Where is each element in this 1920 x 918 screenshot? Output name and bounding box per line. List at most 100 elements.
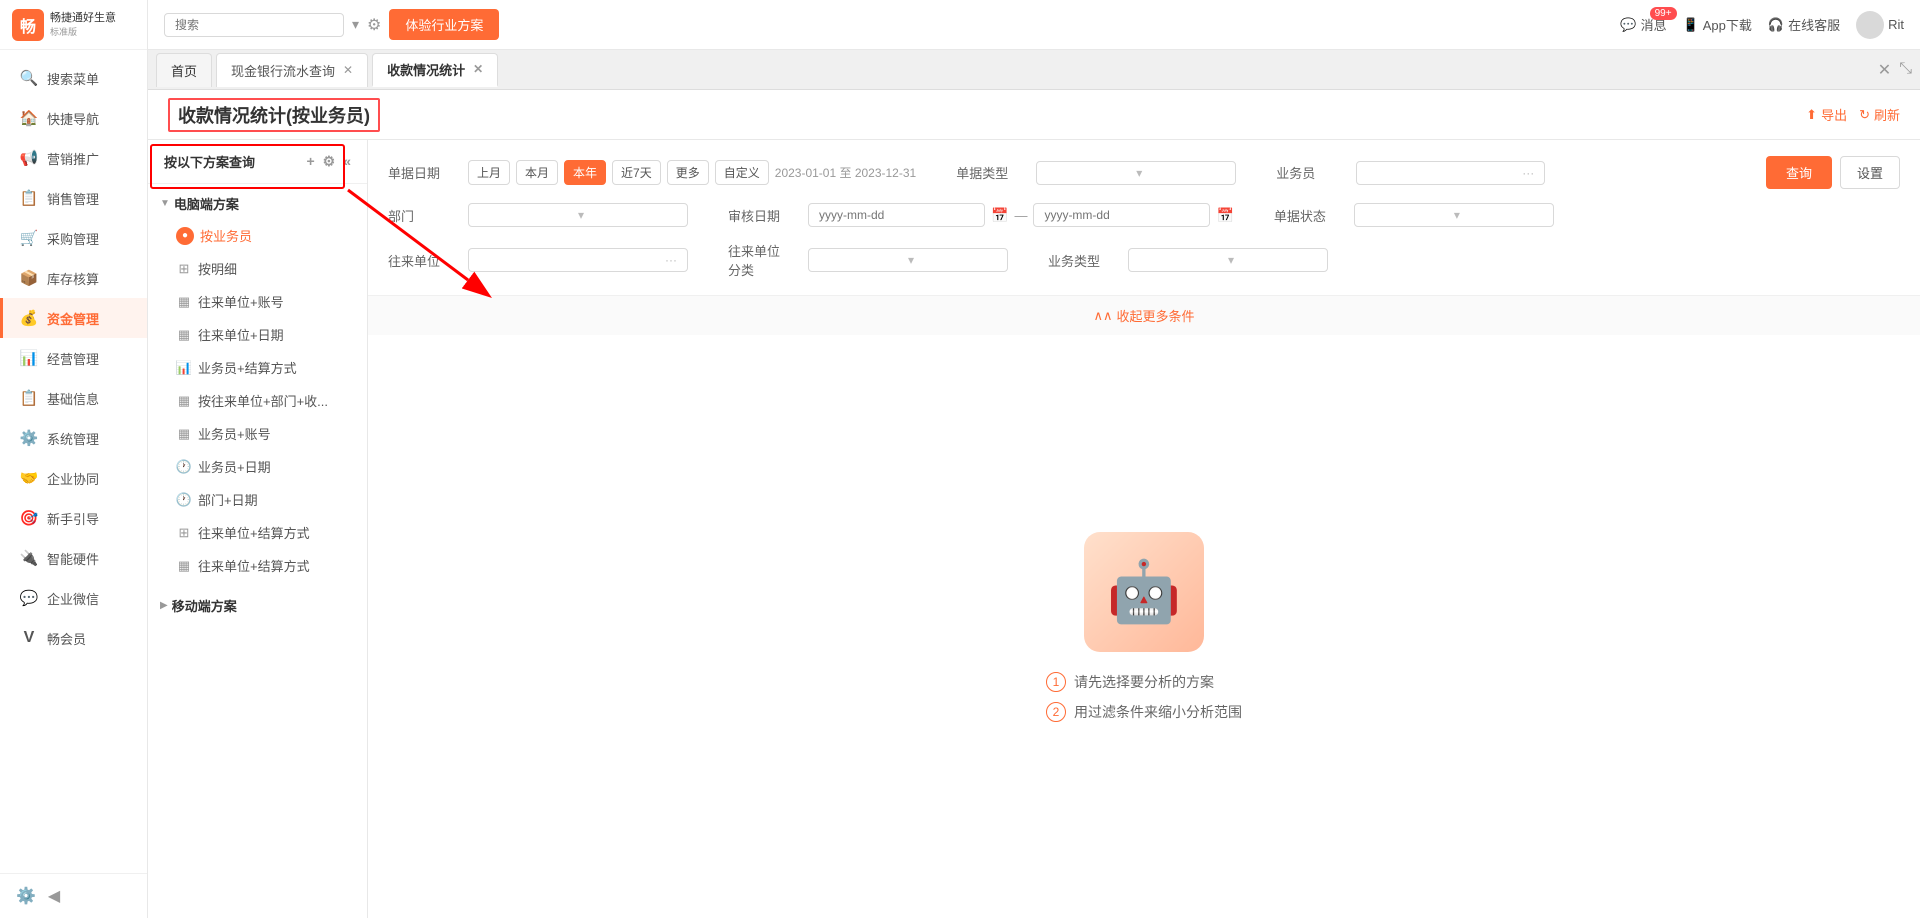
salesman-input[interactable] bbox=[1367, 166, 1522, 180]
chevron-down-icon: ▾ bbox=[1136, 166, 1225, 180]
sidebar-item-wechat[interactable]: 💬 企业微信 bbox=[0, 578, 147, 618]
partner-more-icon[interactable]: ··· bbox=[665, 253, 677, 267]
settings-icon[interactable]: ⚙️ bbox=[16, 886, 36, 906]
empty-robot-icon: 🤖 bbox=[1084, 532, 1204, 652]
topbar-gear-icon[interactable]: ⚙ bbox=[367, 15, 381, 35]
sidebar-item-guide[interactable]: 🎯 新手引导 bbox=[0, 498, 147, 538]
scheme-item-label: 往来单位+账号 bbox=[198, 292, 284, 311]
tip-1-num: 1 bbox=[1046, 672, 1066, 692]
scheme-item-partner-dept[interactable]: ▦ 按往来单位+部门+收... bbox=[148, 384, 367, 417]
refresh-btn[interactable]: ↻ 刷新 bbox=[1859, 105, 1900, 124]
logo-name: 畅捷通好生意 bbox=[50, 11, 116, 25]
scheme-item-icon: ⊞ bbox=[176, 261, 192, 277]
sidebar-item-quick-nav[interactable]: 🏠 快捷导航 bbox=[0, 98, 147, 138]
topbar-left: ▾ ⚙ 体验行业方案 bbox=[164, 9, 1608, 40]
message-icon: 💬 bbox=[1620, 17, 1636, 33]
tab-home-label: 首页 bbox=[171, 61, 197, 80]
scheme-header-icons: + ⚙ « bbox=[306, 153, 351, 170]
tab-collection-stat-close[interactable]: ✕ bbox=[473, 62, 483, 76]
collapse-btn[interactable]: ∧∧ 收起更多条件 bbox=[368, 296, 1920, 335]
user-avatar bbox=[1856, 11, 1884, 39]
scheme-item-by-detail[interactable]: ⊞ 按明细 bbox=[148, 252, 367, 285]
tab-expand-icon[interactable]: ⤡ bbox=[1899, 60, 1912, 80]
scheme-group-mobile-title[interactable]: ▶ 移动端方案 bbox=[148, 590, 367, 621]
scheme-setting-icon[interactable]: ⚙ bbox=[323, 153, 336, 170]
scheme-item-icon: ⊞ bbox=[176, 525, 192, 541]
scheme-collapse-icon[interactable]: « bbox=[343, 153, 351, 170]
sidebar-item-label: 采购管理 bbox=[47, 229, 99, 248]
tab-collection-stat-label: 收款情况统计 bbox=[387, 60, 465, 79]
calendar-from-icon[interactable]: 📅 bbox=[991, 207, 1008, 224]
collapse-sidebar-icon[interactable]: ◀ bbox=[48, 886, 60, 906]
scheme-group-desktop-title[interactable]: ▼ 电脑端方案 bbox=[148, 188, 367, 219]
topbar-search-input[interactable] bbox=[164, 13, 344, 37]
messages-btn[interactable]: 💬 消息 99+ bbox=[1620, 15, 1666, 34]
sidebar-item-marketing[interactable]: 📢 营销推广 bbox=[0, 138, 147, 178]
dept-select[interactable]: ▾ bbox=[468, 203, 688, 227]
tab-bank-flow[interactable]: 现金银行流水查询 ✕ bbox=[216, 53, 368, 87]
bill-type-select[interactable]: ▾ bbox=[1036, 161, 1236, 185]
more-dots-icon[interactable]: ··· bbox=[1522, 166, 1534, 180]
scheme-panel: 按以下方案查询 + ⚙ « ▼ 电脑端方案 ● 按业务员 ⊞ bbox=[148, 140, 368, 918]
inventory-icon: 📦 bbox=[19, 268, 39, 288]
review-date-to-input[interactable] bbox=[1033, 203, 1210, 227]
partner-input[interactable] bbox=[479, 253, 665, 267]
sidebar-item-purchase[interactable]: 🛒 采购管理 bbox=[0, 218, 147, 258]
desktop-group-label: 电脑端方案 bbox=[174, 194, 239, 213]
scheme-item-salesman-account[interactable]: ▦ 业务员+账号 bbox=[148, 417, 367, 450]
scheme-item-partner-account[interactable]: ▦ 往来单位+账号 bbox=[148, 285, 367, 318]
sidebar-item-system[interactable]: ⚙️ 系统管理 bbox=[0, 418, 147, 458]
partner-input-area[interactable]: ··· bbox=[468, 248, 688, 272]
chevron-down-icon: ▾ bbox=[578, 208, 677, 222]
app-download-btn[interactable]: 📱 App下载 bbox=[1683, 15, 1752, 34]
tab-home[interactable]: 首页 bbox=[156, 53, 212, 87]
tip-2-text: 用过滤条件来缩小分析范围 bbox=[1074, 702, 1242, 722]
trial-btn[interactable]: 体验行业方案 bbox=[389, 9, 499, 40]
salesman-input-area[interactable]: ··· bbox=[1356, 161, 1545, 185]
bill-status-select[interactable]: ▾ bbox=[1354, 203, 1554, 227]
sidebar-item-base-info[interactable]: 📋 基础信息 bbox=[0, 378, 147, 418]
sidebar-item-inventory[interactable]: 📦 库存核算 bbox=[0, 258, 147, 298]
partner-category-select[interactable]: ▾ bbox=[808, 248, 1008, 272]
calendar-to-icon[interactable]: 📅 bbox=[1216, 207, 1233, 224]
sidebar-item-finance[interactable]: 💰 资金管理 bbox=[0, 298, 147, 338]
sidebar-item-sales[interactable]: 📋 销售管理 bbox=[0, 178, 147, 218]
review-date-from-input[interactable] bbox=[808, 203, 985, 227]
scheme-item-label: 往来单位+结算方式 bbox=[198, 556, 310, 575]
date-btn-more[interactable]: 更多 bbox=[667, 160, 709, 185]
scheme-item-partner-settlement2[interactable]: ▦ 往来单位+结算方式 bbox=[148, 549, 367, 582]
sidebar-item-vip[interactable]: V 畅会员 bbox=[0, 618, 147, 658]
date-btn-custom[interactable]: 自定义 bbox=[715, 160, 769, 185]
biz-type-select[interactable]: ▾ bbox=[1128, 248, 1328, 272]
query-btn[interactable]: 查询 bbox=[1766, 156, 1832, 189]
scheme-item-partner-settlement1[interactable]: ⊞ 往来单位+结算方式 bbox=[148, 516, 367, 549]
scheme-item-dept-date[interactable]: 🕐 部门+日期 bbox=[148, 483, 367, 516]
date-btn-this-month[interactable]: 本月 bbox=[516, 160, 558, 185]
sidebar-item-hardware[interactable]: 🔌 智能硬件 bbox=[0, 538, 147, 578]
empty-tips: 1 请先选择要分析的方案 2 用过滤条件来缩小分析范围 bbox=[1046, 672, 1242, 722]
user-menu[interactable]: Rit bbox=[1856, 11, 1904, 39]
tab-collection-stat[interactable]: 收款情况统计 ✕ bbox=[372, 53, 498, 87]
scheme-item-by-salesman[interactable]: ● 按业务员 bbox=[148, 219, 367, 252]
dropdown-icon[interactable]: ▾ bbox=[352, 16, 359, 33]
sidebar: 畅 畅捷通好生意 标准版 🔍 搜索菜单 🏠 快捷导航 📢 营销推广 📋 销售管理… bbox=[0, 0, 148, 918]
scheme-add-icon[interactable]: + bbox=[306, 153, 314, 170]
refresh-icon: ↻ bbox=[1859, 107, 1870, 123]
tab-bank-flow-close[interactable]: ✕ bbox=[343, 63, 353, 77]
scheme-item-partner-date[interactable]: ▦ 往来单位+日期 bbox=[148, 318, 367, 351]
setting-btn[interactable]: 设置 bbox=[1840, 156, 1900, 189]
app-download-label: App下载 bbox=[1703, 15, 1752, 34]
review-date-label: 审核日期 bbox=[728, 206, 788, 225]
date-btn-last-month[interactable]: 上月 bbox=[468, 160, 510, 185]
sidebar-item-enterprise[interactable]: 🤝 企业协同 bbox=[0, 458, 147, 498]
scheme-item-salesman-date[interactable]: 🕐 业务员+日期 bbox=[148, 450, 367, 483]
export-btn[interactable]: ⬆ 导出 bbox=[1806, 105, 1847, 124]
sidebar-item-operation[interactable]: 📊 经营管理 bbox=[0, 338, 147, 378]
tab-close-all-icon[interactable]: ✕ bbox=[1878, 60, 1891, 80]
scheme-item-salesman-settlement[interactable]: 📊 业务员+结算方式 bbox=[148, 351, 367, 384]
online-service-btn[interactable]: 🎧 在线客服 bbox=[1768, 15, 1840, 34]
date-btn-this-year[interactable]: 本年 bbox=[564, 160, 606, 185]
sidebar-item-search-menu[interactable]: 🔍 搜索菜单 bbox=[0, 58, 147, 98]
date-btn-7days[interactable]: 近7天 bbox=[612, 160, 661, 185]
sidebar-item-label: 营销推广 bbox=[47, 149, 99, 168]
